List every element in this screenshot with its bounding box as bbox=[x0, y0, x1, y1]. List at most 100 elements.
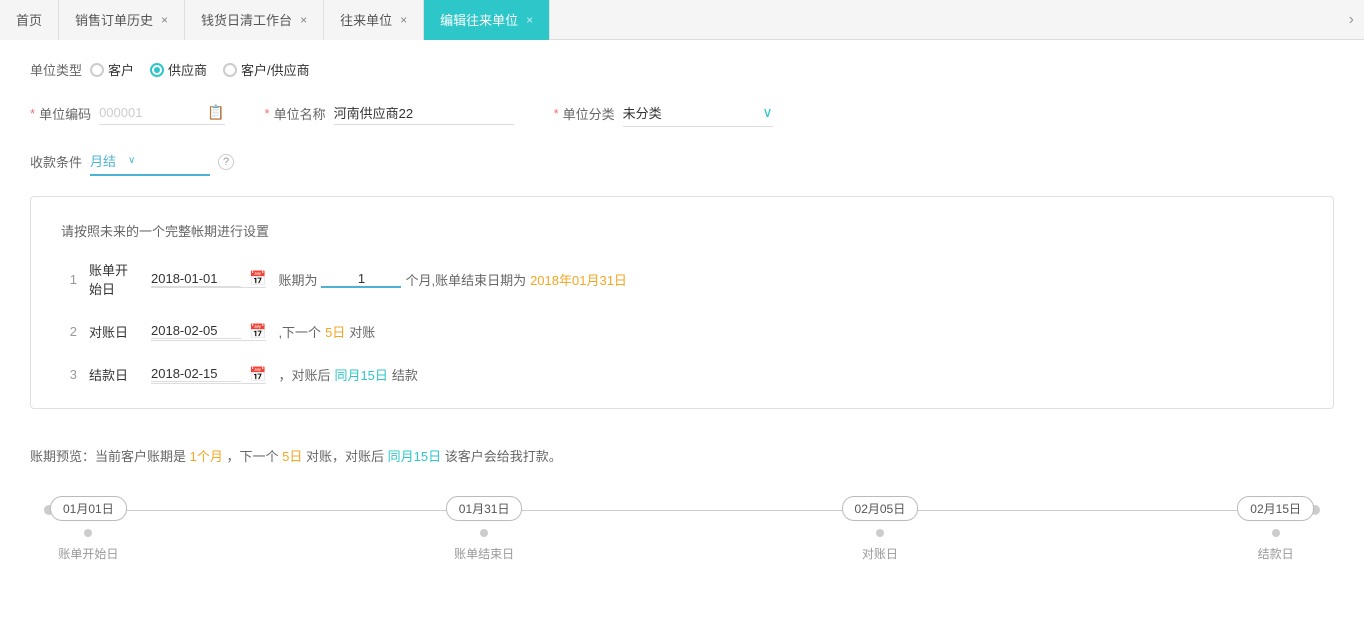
tabs-more-button[interactable]: › bbox=[1339, 0, 1364, 40]
timeline-point-1: 01月01日 账单开始日 bbox=[50, 496, 127, 562]
row-number-2: 2 bbox=[61, 324, 77, 339]
tab-cash-work-label: 钱货日清工作台 bbox=[201, 10, 292, 29]
radio-customer-label: 客户 bbox=[108, 60, 134, 79]
unit-code-label: 单位编码 bbox=[39, 104, 91, 123]
timeline-badge-4: 02月15日 bbox=[1237, 496, 1314, 521]
radio-supplier[interactable]: 供应商 bbox=[150, 60, 207, 79]
row-desc-2: ,下一个 5日 对账 bbox=[278, 322, 375, 341]
row-type-3: 结款日 bbox=[89, 365, 139, 384]
setting-row-1: 1 账单开始日 📅 账期为 个月,账单结束日期为 2018年01月31日 bbox=[61, 260, 1303, 298]
row-desc-3: ，对账后 同月15日 结款 bbox=[278, 365, 418, 384]
unit-name-star: * bbox=[265, 106, 270, 121]
setting-row-2: 2 对账日 📅 ,下一个 5日 对账 bbox=[61, 322, 1303, 341]
period-input[interactable] bbox=[321, 271, 401, 288]
radio-supplier-circle bbox=[150, 63, 164, 77]
radio-customer[interactable]: 客户 bbox=[90, 60, 134, 79]
timeline-label-4: 结款日 bbox=[1258, 545, 1294, 562]
timeline-points: 01月01日 账单开始日 01月31日 账单结束日 02月05日 对账日 bbox=[50, 496, 1314, 562]
tab-edit-partner[interactable]: 编辑往来单位 × bbox=[424, 0, 550, 40]
tab-sales-history-close[interactable]: × bbox=[161, 13, 168, 27]
unit-name-label: 单位名称 bbox=[274, 104, 326, 123]
desc-after-3: 结款 bbox=[392, 365, 418, 384]
calendar-icon-1[interactable]: 📅 bbox=[249, 270, 266, 287]
unit-name-group: * 单位名称 bbox=[265, 101, 514, 125]
radio-both-circle bbox=[223, 63, 237, 77]
preview-part2: 5日 bbox=[282, 449, 302, 464]
unit-code-star: * bbox=[30, 106, 35, 121]
unit-code-input[interactable] bbox=[99, 101, 199, 124]
desc-before-2: ,下一个 bbox=[278, 322, 321, 341]
payment-terms-help[interactable]: ? bbox=[218, 154, 234, 170]
payment-terms-row: 收款条件 月结 ∨ ? bbox=[30, 147, 1334, 176]
timeline-badge-1: 01月01日 bbox=[50, 496, 127, 521]
desc-before-3: ，对账后 bbox=[278, 365, 330, 384]
radio-customer-circle bbox=[90, 63, 104, 77]
highlight-2a: 5日 bbox=[325, 322, 345, 341]
timeline: 01月01日 账单开始日 01月31日 账单结束日 02月05日 对账日 bbox=[30, 488, 1334, 602]
highlight-3: 同月15日 bbox=[334, 365, 387, 384]
unit-code-group: * 单位编码 📋 bbox=[30, 101, 225, 125]
payment-terms-select[interactable]: 月结 ∨ bbox=[90, 147, 210, 176]
date-field-2: 📅 bbox=[151, 323, 266, 341]
preview-text4: 该客户会给我打款。 bbox=[445, 449, 562, 464]
timeline-label-3: 对账日 bbox=[862, 545, 898, 562]
highlight-1: 2018年01月31日 bbox=[530, 270, 627, 289]
tab-home-label: 首页 bbox=[16, 10, 42, 29]
tab-cash-work-close[interactable]: × bbox=[300, 13, 307, 27]
main-content: 单位类型 客户 供应商 客户/供应商 * 单位编码 📋 bbox=[0, 40, 1364, 622]
tab-sales-history[interactable]: 销售订单历史 × bbox=[59, 0, 185, 40]
unit-type-radio-group: 客户 供应商 客户/供应商 bbox=[90, 60, 310, 79]
timeline-node-2 bbox=[480, 529, 488, 537]
row-type-1: 账单开始日 bbox=[89, 260, 139, 298]
date-input-1[interactable] bbox=[151, 271, 241, 287]
setting-row-3: 3 结款日 📅 ，对账后 同月15日 结款 bbox=[61, 365, 1303, 384]
payment-terms-arrow: ∨ bbox=[128, 155, 135, 166]
unit-name-input[interactable] bbox=[334, 101, 514, 125]
row-number-1: 1 bbox=[61, 272, 77, 287]
timeline-node-3 bbox=[876, 529, 884, 537]
tab-edit-partner-label: 编辑往来单位 bbox=[440, 10, 518, 29]
timeline-badge-3: 02月05日 bbox=[842, 496, 919, 521]
tabs-bar: 首页 销售订单历史 × 钱货日清工作台 × 往来单位 × 编辑往来单位 × › bbox=[0, 0, 1364, 40]
tab-partner-units[interactable]: 往来单位 × bbox=[324, 0, 424, 40]
unit-category-arrow: ∨ bbox=[762, 104, 772, 121]
tab-cash-work[interactable]: 钱货日清工作台 × bbox=[185, 0, 324, 40]
timeline-node-1 bbox=[84, 529, 92, 537]
settings-box: 请按照未来的一个完整帐期进行设置 1 账单开始日 📅 账期为 个月,账单结束日期… bbox=[30, 196, 1334, 409]
desc-after-2: 对账 bbox=[349, 322, 375, 341]
preview-text3: 对账，对账后 bbox=[306, 449, 384, 464]
unit-code-icon[interactable]: 📋 bbox=[207, 104, 224, 121]
tab-partner-units-close[interactable]: × bbox=[400, 13, 407, 27]
unit-type-row: 单位类型 客户 供应商 客户/供应商 bbox=[30, 60, 1334, 79]
date-input-2[interactable] bbox=[151, 323, 241, 339]
unit-category-group: * 单位分类 未分类 ∨ bbox=[554, 99, 773, 127]
radio-supplier-label: 供应商 bbox=[168, 60, 207, 79]
row-type-2: 对账日 bbox=[89, 322, 139, 341]
settings-box-title: 请按照未来的一个完整帐期进行设置 bbox=[61, 221, 1303, 240]
tab-home[interactable]: 首页 bbox=[0, 0, 59, 40]
payment-terms-label: 收款条件 bbox=[30, 152, 82, 171]
calendar-icon-2[interactable]: 📅 bbox=[249, 323, 266, 340]
date-field-1: 📅 bbox=[151, 270, 266, 288]
tab-edit-partner-close[interactable]: × bbox=[526, 13, 533, 27]
date-input-3[interactable] bbox=[151, 366, 241, 382]
unit-code-field-wrapper: 📋 bbox=[99, 101, 224, 125]
preview-part3: 同月15日 bbox=[388, 449, 441, 464]
desc-before-1: 账期为 bbox=[278, 270, 317, 289]
date-field-3: 📅 bbox=[151, 366, 266, 384]
timeline-point-3: 02月05日 对账日 bbox=[842, 496, 919, 562]
timeline-point-4: 02月15日 结款日 bbox=[1237, 496, 1314, 562]
unit-category-star: * bbox=[554, 106, 559, 121]
preview-section: 账期预览：当前客户账期是 1个月 ，下一个 5日 对账，对账后 同月15日 该客… bbox=[30, 429, 1334, 602]
timeline-point-2: 01月31日 账单结束日 bbox=[446, 496, 523, 562]
timeline-node-4 bbox=[1272, 529, 1280, 537]
tab-partner-units-label: 往来单位 bbox=[340, 10, 392, 29]
radio-both[interactable]: 客户/供应商 bbox=[223, 60, 310, 79]
unit-category-label: 单位分类 bbox=[563, 104, 615, 123]
preview-part1: 1个月 bbox=[190, 449, 223, 464]
calendar-icon-3[interactable]: 📅 bbox=[249, 366, 266, 383]
unit-category-select[interactable]: 未分类 ∨ bbox=[623, 99, 773, 127]
timeline-badge-2: 01月31日 bbox=[446, 496, 523, 521]
tab-sales-history-label: 销售订单历史 bbox=[75, 10, 153, 29]
timeline-label-1: 账单开始日 bbox=[58, 545, 118, 562]
